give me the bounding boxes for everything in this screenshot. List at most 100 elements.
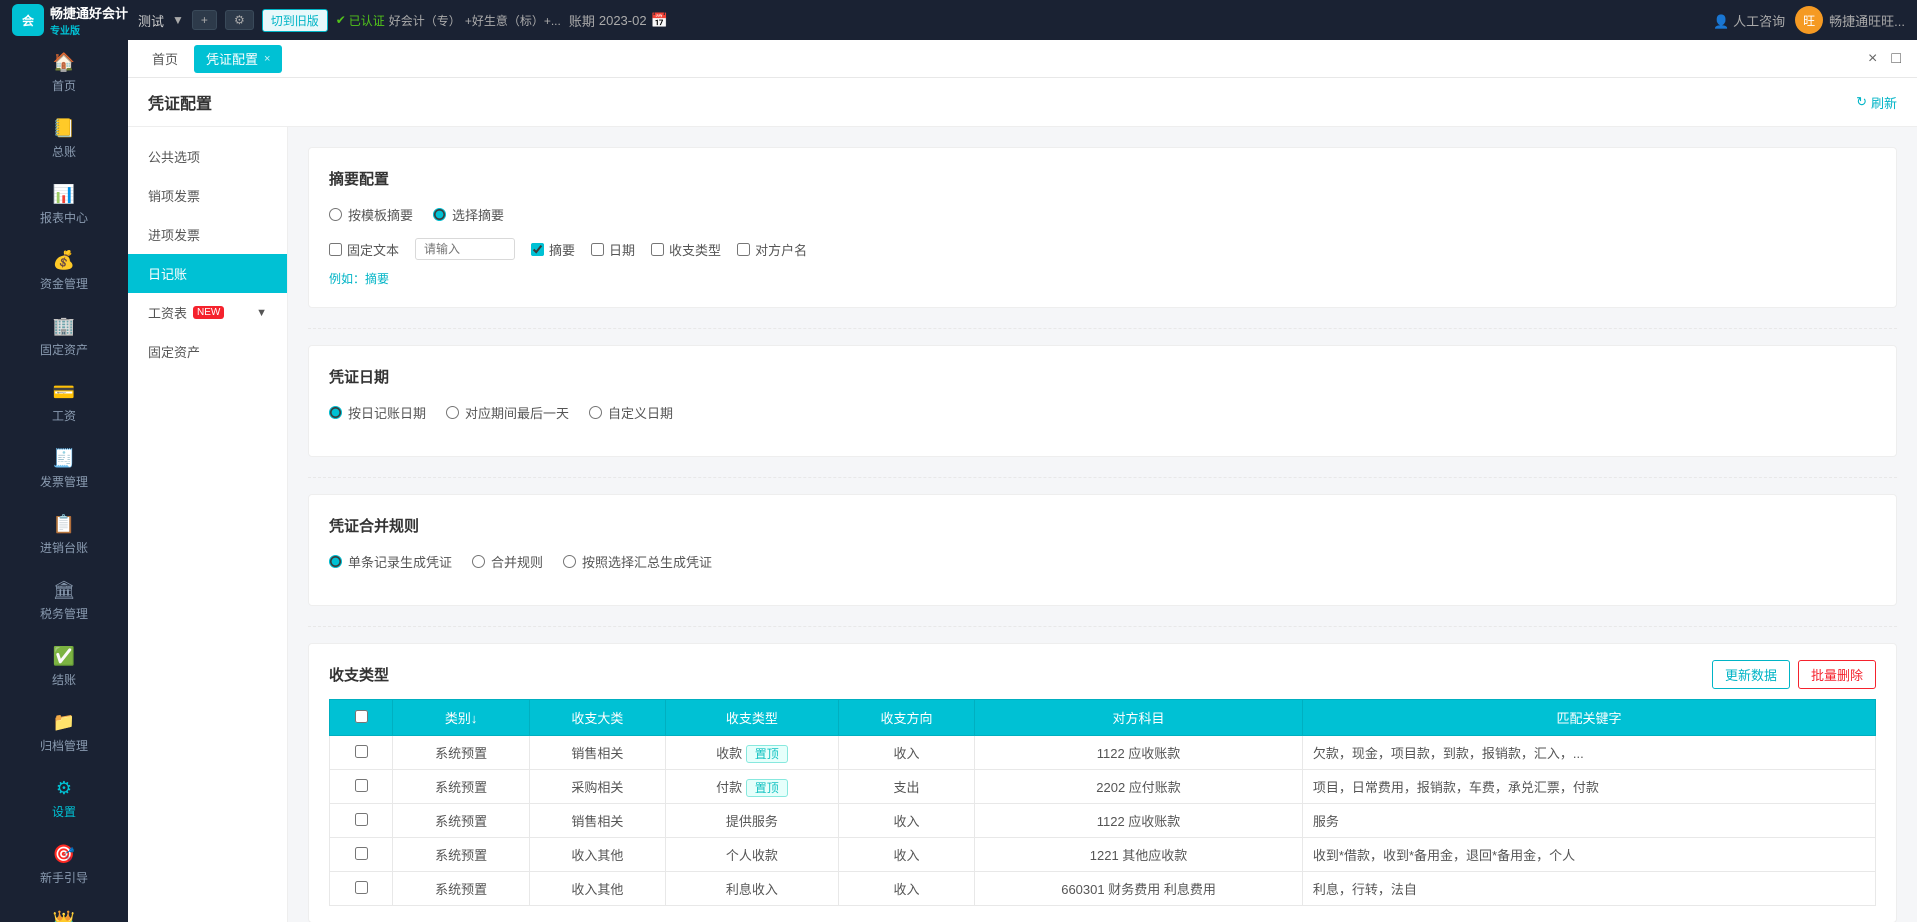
checkbox-date[interactable]: 日期	[591, 240, 635, 259]
consultant-button[interactable]: 👤 人工咨询	[1713, 11, 1785, 30]
sidebar-item-ledger[interactable]: 📒 总账	[0, 106, 128, 172]
ledger-icon: 📒	[53, 118, 75, 139]
sidebar-item-funds[interactable]: 💰 资金管理	[0, 238, 128, 304]
sidebar-item-label: 进销台账	[40, 539, 88, 556]
maximize-window-button[interactable]: □	[1887, 50, 1905, 68]
plus-button[interactable]: +	[192, 10, 217, 30]
sidebar-item-inventory[interactable]: 📋 进销台账	[0, 502, 128, 568]
checkbox-counterparty-input[interactable]	[737, 243, 750, 256]
tab-voucher-config[interactable]: 凭证配置 ×	[194, 45, 282, 73]
radio-merge-input[interactable]	[472, 555, 485, 568]
row-checkbox-0[interactable]	[355, 745, 368, 758]
td-checkbox[interactable]	[330, 770, 393, 804]
radio-custom-date-input[interactable]	[589, 406, 602, 419]
th-direction[interactable]: 收支方向	[838, 700, 974, 736]
radio-period-last-input[interactable]	[446, 406, 459, 419]
select-all-checkbox[interactable]	[355, 710, 368, 723]
top-tag-0[interactable]: 置顶	[746, 745, 788, 763]
period-label: 账期	[569, 11, 595, 30]
radio-period-last-label: 对应期间最后一天	[465, 403, 569, 422]
refresh-button[interactable]: ↻ 刷新	[1856, 93, 1897, 112]
checkbox-income-type-input[interactable]	[651, 243, 664, 256]
tab-home[interactable]: 首页	[140, 45, 190, 73]
user-area[interactable]: 旺 畅捷通旺旺...	[1795, 6, 1905, 34]
content-area: 首页 凭证配置 × × □ 凭证配置 ↻ 刷新	[128, 40, 1917, 922]
switch-version-button[interactable]: 切到旧版	[262, 9, 328, 32]
radio-single-label: 单条记录生成凭证	[348, 552, 452, 571]
sidebar-item-archive[interactable]: 📁 归档管理	[0, 700, 128, 766]
left-nav-public[interactable]: 公共选项	[128, 137, 287, 176]
sidebar-item-settings[interactable]: ⚙ 设置	[0, 766, 128, 832]
user-name: 畅捷通旺旺...	[1829, 11, 1905, 30]
checkbox-fixed-text-label: 固定文本	[347, 240, 399, 259]
page-content: 凭证配置 ↻ 刷新 公共选项 销项发票 进项发票 日	[128, 78, 1917, 922]
merge-rules-title: 凭证合并规则	[329, 515, 1876, 536]
radio-merge[interactable]: 合并规则	[472, 552, 543, 571]
radio-select[interactable]: 选择摘要	[433, 205, 504, 224]
row-checkbox-2[interactable]	[355, 813, 368, 826]
left-nav-sales-invoice[interactable]: 销项发票	[128, 176, 287, 215]
fixed-text-input[interactable]	[415, 238, 515, 260]
company-name: 测试	[138, 11, 164, 30]
radio-journal-date[interactable]: 按日记账日期	[329, 403, 426, 422]
th-main-type[interactable]: 收支大类	[529, 700, 665, 736]
settings-button[interactable]: ⚙	[225, 10, 254, 30]
sidebar-item-guide[interactable]: 🎯 新手引导	[0, 832, 128, 898]
radio-period-last[interactable]: 对应期间最后一天	[446, 403, 569, 422]
date-radio-group: 按日记账日期 对应期间最后一天 自定义日期	[329, 403, 1876, 422]
th-category[interactable]: 类别↓	[393, 700, 529, 736]
update-data-button[interactable]: 更新数据	[1712, 660, 1790, 689]
td-checkbox[interactable]	[330, 736, 393, 770]
row-checkbox-3[interactable]	[355, 847, 368, 860]
sidebar-item-home[interactable]: 🏠 首页	[0, 40, 128, 106]
th-keywords[interactable]: 匹配关键字	[1302, 700, 1875, 736]
th-account[interactable]: 对方科目	[975, 700, 1303, 736]
checkbox-group: 固定文本 摘要 日期	[329, 238, 1876, 260]
sidebar-item-closing[interactable]: ✅ 结账	[0, 634, 128, 700]
left-nav-fixed-assets[interactable]: 固定资产	[128, 332, 287, 371]
radio-single-input[interactable]	[329, 555, 342, 568]
radio-summary[interactable]: 按照选择汇总生成凭证	[563, 552, 712, 571]
radio-template-input[interactable]	[329, 208, 342, 221]
td-checkbox[interactable]	[330, 872, 393, 906]
td-checkbox[interactable]	[330, 804, 393, 838]
checkbox-fixed-text[interactable]: 固定文本	[329, 240, 399, 259]
radio-custom-date[interactable]: 自定义日期	[589, 403, 673, 422]
radio-template[interactable]: 按模板摘要	[329, 205, 413, 224]
td-checkbox[interactable]	[330, 838, 393, 872]
sidebar-item-label: 总账	[52, 143, 76, 160]
batch-delete-button[interactable]: 批量删除	[1798, 660, 1876, 689]
checkbox-counterparty[interactable]: 对方户名	[737, 240, 807, 259]
checkbox-date-input[interactable]	[591, 243, 604, 256]
checkbox-summary-input[interactable]	[531, 243, 544, 256]
checkbox-fixed-text-input[interactable]	[329, 243, 342, 256]
calendar-icon[interactable]: 📅	[651, 12, 668, 29]
checkbox-income-type[interactable]: 收支类型	[651, 240, 721, 259]
sidebar-item-reports[interactable]: 📊 报表中心	[0, 172, 128, 238]
sidebar-item-tax[interactable]: 🏛 税务管理	[0, 568, 128, 634]
row-checkbox-1[interactable]	[355, 779, 368, 792]
sidebar-item-fixed-assets[interactable]: 🏢 固定资产	[0, 304, 128, 370]
th-checkbox[interactable]	[330, 700, 393, 736]
sidebar-item-invoices[interactable]: 🧾 发票管理	[0, 436, 128, 502]
table-row: 系统预置 采购相关 付款 置顶 支出 2202 应付账款 项目，日常费用，报销款…	[330, 770, 1876, 804]
radio-single[interactable]: 单条记录生成凭证	[329, 552, 452, 571]
checkbox-summary[interactable]: 摘要	[531, 240, 575, 259]
radio-summary-input[interactable]	[563, 555, 576, 568]
tab-close-icon[interactable]: ×	[264, 53, 270, 65]
page-title: 凭证配置	[148, 90, 212, 114]
row-checkbox-4[interactable]	[355, 881, 368, 894]
radio-journal-date-input[interactable]	[329, 406, 342, 419]
left-nav-journal[interactable]: 日记账	[128, 254, 287, 293]
top-tag-1[interactable]: 置顶	[746, 779, 788, 797]
company-arrow-icon[interactable]: ▼	[172, 13, 184, 27]
settings-icon: ⚙	[56, 778, 72, 799]
th-type[interactable]: 收支类型	[665, 700, 838, 736]
sidebar-item-salary[interactable]: 💳 工资	[0, 370, 128, 436]
salary-icon: 💳	[53, 382, 75, 403]
left-nav-purchase-invoice[interactable]: 进项发票	[128, 215, 287, 254]
radio-select-input[interactable]	[433, 208, 446, 221]
sidebar-item-member[interactable]: 👑 畅会员	[0, 898, 128, 922]
close-window-button[interactable]: ×	[1864, 50, 1881, 68]
left-nav-salary[interactable]: 工资表 NEW ▼	[128, 293, 287, 332]
